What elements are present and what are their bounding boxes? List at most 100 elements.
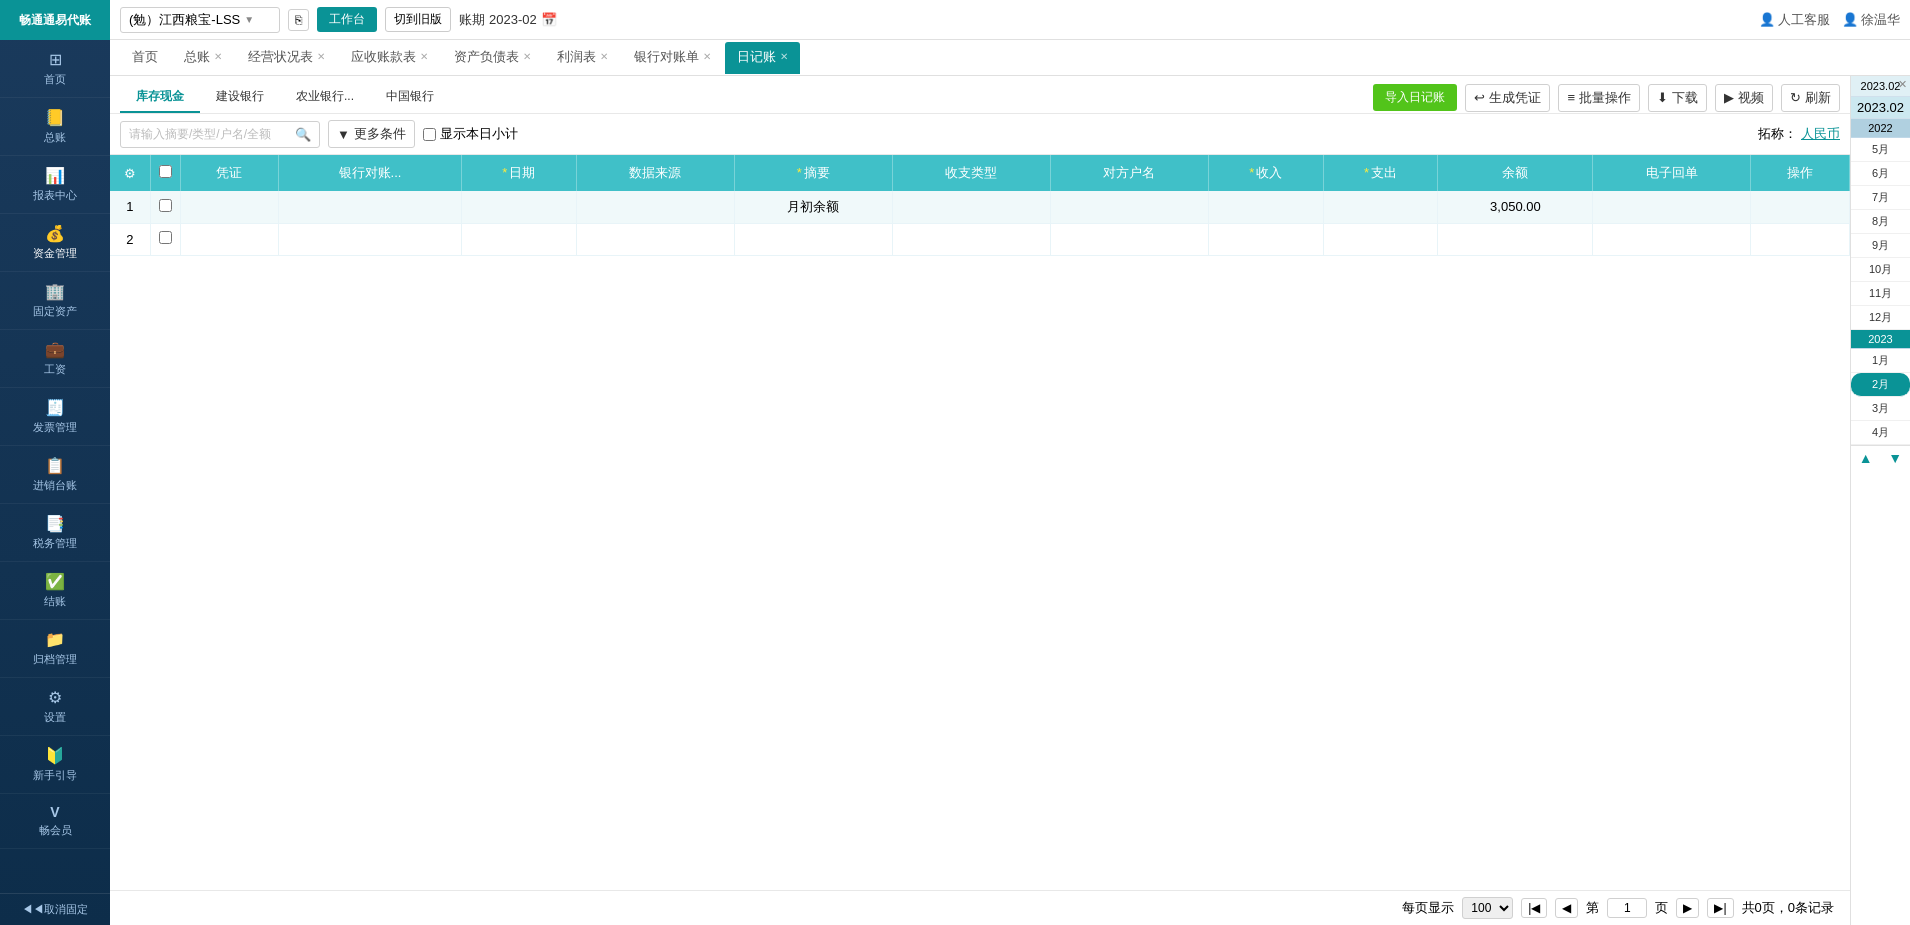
month-2022-12[interactable]: 12月 [1851, 306, 1910, 330]
refresh-button[interactable]: ↻ 刷新 [1781, 84, 1840, 112]
cell-income-type [892, 191, 1050, 223]
search-placeholder: 请输入摘要/类型/户名/全额 [129, 126, 271, 143]
import-diary-button[interactable]: 导入日记账 [1373, 84, 1457, 111]
tab-diary[interactable]: 日记账 ✕ [725, 42, 800, 74]
sidebar-item-assets[interactable]: 🏢 固定资产 [0, 272, 110, 330]
workspace-button[interactable]: 工作台 [317, 7, 377, 32]
topbar-right: 👤 人工客服 👤 徐温华 [1759, 11, 1900, 29]
customer-service[interactable]: 👤 人工客服 [1759, 11, 1830, 29]
tab-profit[interactable]: 利润表 ✕ [545, 42, 620, 74]
table-wrapper: ⚙ 凭证 银行对账... 日期 数据来源 摘要 收支类型 对方户名 收入 支出 … [110, 155, 1850, 890]
month-2023-4[interactable]: 4月 [1851, 421, 1910, 445]
th-balance: 余额 [1438, 155, 1593, 191]
month-2022-6[interactable]: 6月 [1851, 162, 1910, 186]
tab-receivable[interactable]: 应收账款表 ✕ [339, 42, 440, 74]
copy-button[interactable]: ⎘ [288, 9, 309, 31]
th-bank-account: 银行对账... [279, 155, 462, 191]
cell-income [1209, 191, 1324, 223]
bank-tabs-row: 库存现金 建设银行 农业银行... 中国银行 导入日记账 ↩ 生成凭证 ≡ 批量… [110, 76, 1850, 114]
main-area: (勉）江西粮宝-LSS ▼ ⎘ 工作台 切到旧版 账期 2023-02 📅 👤 … [110, 0, 1910, 925]
sidebar-label-checkout: 结账 [44, 594, 66, 609]
tab-diary-close[interactable]: ✕ [780, 51, 788, 62]
sidebar-item-settings[interactable]: ⚙ 设置 [0, 678, 110, 736]
company-selector[interactable]: (勉）江西粮宝-LSS ▼ [120, 7, 280, 33]
bank-tab-ccb[interactable]: 建设银行 [200, 82, 280, 113]
row-checkbox[interactable] [159, 199, 172, 212]
tab-profit-close[interactable]: ✕ [600, 51, 608, 62]
tab-bank-close[interactable]: ✕ [703, 51, 711, 62]
month-2022-11[interactable]: 11月 [1851, 282, 1910, 306]
video-button[interactable]: ▶ 视频 [1715, 84, 1773, 112]
app-logo[interactable]: 畅通通易代账 [0, 0, 110, 40]
sidebar-label-report: 报表中心 [33, 188, 77, 203]
search-input-wrapper[interactable]: 请输入摘要/类型/户名/全额 🔍 [120, 121, 320, 148]
video-icon: ▶ [1724, 90, 1734, 105]
tab-assets-close[interactable]: ✕ [523, 51, 531, 62]
sidebar-item-home[interactable]: ⊞ 首页 [0, 40, 110, 98]
date-nav-up[interactable]: ▲ [1859, 450, 1873, 466]
first-page-button[interactable]: |◀ [1521, 898, 1547, 918]
tab-home[interactable]: 首页 [120, 42, 170, 74]
sidebar-item-report[interactable]: 📊 报表中心 [0, 156, 110, 214]
cell-balance: 3,050.00 [1438, 191, 1593, 223]
tab-bank[interactable]: 银行对账单 ✕ [622, 42, 723, 74]
download-button[interactable]: ⬇ 下载 [1648, 84, 1707, 112]
sidebar-item-salary[interactable]: 💼 工资 [0, 330, 110, 388]
month-2022-8[interactable]: 8月 [1851, 210, 1910, 234]
next-page-button[interactable]: ▶ [1676, 898, 1699, 918]
content-area: 库存现金 建设银行 农业银行... 中国银行 导入日记账 ↩ 生成凭证 ≡ 批量… [110, 76, 1910, 925]
tab-status[interactable]: 经营状况表 ✕ [236, 42, 337, 74]
tab-ledger-close[interactable]: ✕ [214, 51, 222, 62]
daily-total-checkbox[interactable] [423, 128, 436, 141]
sidebar-item-tax[interactable]: 📑 税务管理 [0, 504, 110, 562]
sidebar-item-guide[interactable]: 🔰 新手引导 [0, 736, 110, 794]
month-2023-3[interactable]: 3月 [1851, 397, 1910, 421]
switch-old-button[interactable]: 切到旧版 [385, 7, 451, 32]
cell-checkbox[interactable] [150, 191, 180, 223]
tax-icon: 📑 [45, 514, 65, 533]
sidebar-item-finance[interactable]: 💰 资金管理 [0, 214, 110, 272]
per-page-select[interactable]: 100 50 200 [1462, 897, 1513, 919]
month-2022-5[interactable]: 5月 [1851, 138, 1910, 162]
user-profile[interactable]: 👤 徐温华 [1842, 11, 1900, 29]
row-checkbox[interactable] [159, 231, 172, 244]
cell-data-source [576, 191, 734, 223]
bank-tab-boc[interactable]: 中国银行 [370, 82, 450, 113]
th-settings[interactable]: ⚙ [110, 155, 150, 191]
month-2023-2[interactable]: 2月 [1851, 373, 1910, 397]
tab-status-close[interactable]: ✕ [317, 51, 325, 62]
sidebar-item-sales[interactable]: 📋 进销台账 [0, 446, 110, 504]
month-2023-1[interactable]: 1月 [1851, 349, 1910, 373]
bank-tab-abc[interactable]: 农业银行... [280, 82, 370, 113]
sidebar-item-archive[interactable]: 📁 归档管理 [0, 620, 110, 678]
guide-icon: 🔰 [45, 746, 65, 765]
sidebar-item-invoice[interactable]: 🧾 发票管理 [0, 388, 110, 446]
prev-page-button[interactable]: ◀ [1555, 898, 1578, 918]
sidebar-label-member: 畅会员 [39, 823, 72, 838]
last-page-button[interactable]: ▶| [1707, 898, 1733, 918]
cell-seq: 2 [110, 223, 150, 255]
sidebar-item-checkout[interactable]: ✅ 结账 [0, 562, 110, 620]
unpin-button[interactable]: ◀◀取消固定 [0, 893, 110, 925]
tab-ledger[interactable]: 总账 ✕ [172, 42, 234, 74]
date-close-icon[interactable]: ✕ [1898, 78, 1907, 91]
select-all-checkbox[interactable] [159, 165, 172, 178]
tab-receivable-close[interactable]: ✕ [420, 51, 428, 62]
month-2022-9[interactable]: 9月 [1851, 234, 1910, 258]
cell-checkbox[interactable] [150, 223, 180, 255]
sidebar-item-ledger[interactable]: 📒 总账 [0, 98, 110, 156]
batch-operation-button[interactable]: ≡ 批量操作 [1558, 84, 1640, 112]
month-2022-10[interactable]: 10月 [1851, 258, 1910, 282]
th-checkbox[interactable] [150, 155, 180, 191]
calendar-icon[interactable]: 📅 [541, 12, 557, 27]
generate-voucher-button[interactable]: ↩ 生成凭证 [1465, 84, 1550, 112]
tab-assets[interactable]: 资产负债表 ✕ [442, 42, 543, 74]
sidebar-item-member[interactable]: V 畅会员 [0, 794, 110, 849]
sidebar-label-archive: 归档管理 [33, 652, 77, 667]
month-2022-7[interactable]: 7月 [1851, 186, 1910, 210]
page-input[interactable]: 1 [1607, 898, 1647, 918]
more-filter-button[interactable]: ▼ 更多条件 [328, 120, 415, 148]
date-nav-down[interactable]: ▼ [1888, 450, 1902, 466]
daily-total-checkbox-label[interactable]: 显示本日小计 [423, 125, 518, 143]
bank-tab-cash[interactable]: 库存现金 [120, 82, 200, 113]
